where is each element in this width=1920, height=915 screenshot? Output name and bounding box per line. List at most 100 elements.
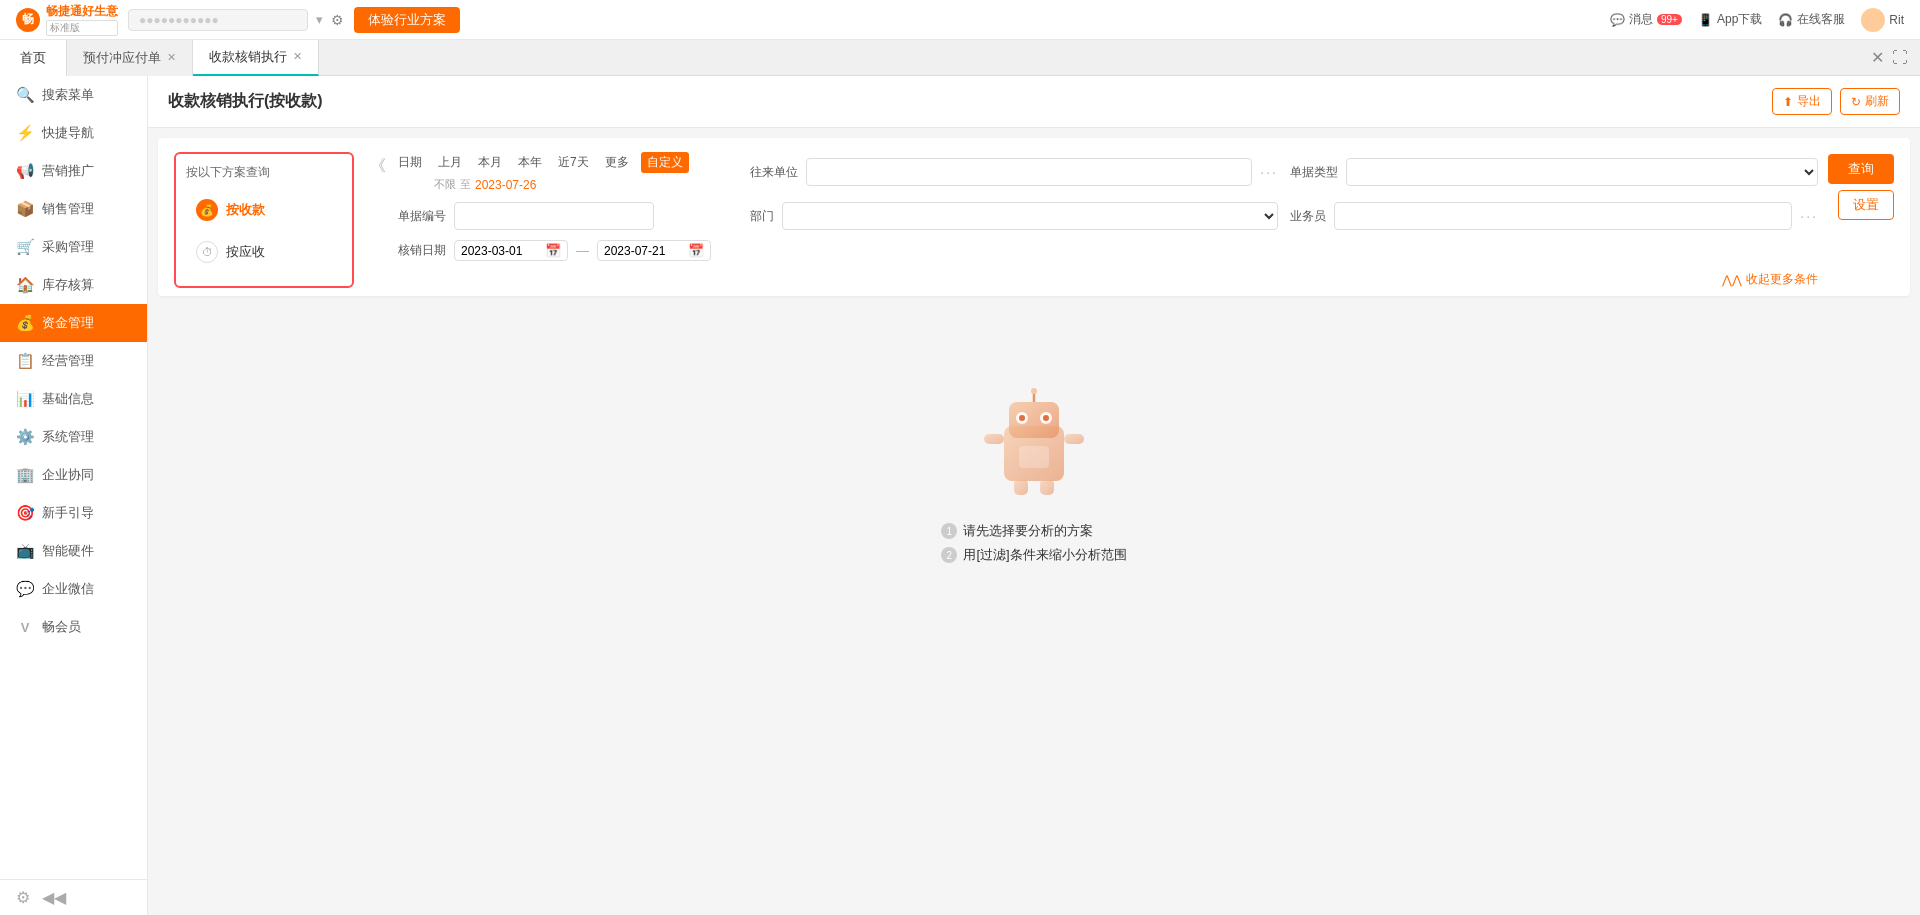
- step-2-text: 用[过滤]条件来缩小分析范围: [963, 546, 1126, 564]
- empty-state: 1 请先选择要分析的方案 2 用[过滤]条件来缩小分析范围: [148, 306, 1920, 604]
- shortcut-more[interactable]: 更多: [601, 152, 633, 173]
- shortcut-last-month[interactable]: 上月: [434, 152, 466, 173]
- verify-date-end-input[interactable]: [604, 244, 684, 258]
- empty-robot-illustration: [974, 386, 1094, 506]
- collapse-sidebar-icon[interactable]: ◀◀: [42, 888, 66, 907]
- sidebar-item-basic[interactable]: 📊 基础信息: [0, 380, 147, 418]
- verify-date-separator: —: [576, 243, 589, 258]
- tab-receivable[interactable]: 收款核销执行 ✕: [193, 40, 319, 76]
- sidebar-label-quick-nav: 快捷导航: [42, 124, 94, 142]
- staff-more-icon[interactable]: ···: [1800, 208, 1818, 224]
- receivable-tab-close-icon[interactable]: ✕: [293, 50, 302, 63]
- sidebar-label-wechat: 企业微信: [42, 580, 94, 598]
- sidebar-item-fund[interactable]: 💰 资金管理: [0, 304, 147, 342]
- online-service-item[interactable]: 🎧 在线客服: [1778, 11, 1845, 28]
- sidebar-label-inventory: 库存核算: [42, 276, 94, 294]
- refresh-button[interactable]: ↻ 刷新: [1840, 88, 1900, 115]
- dept-filter: 部门: [750, 202, 1278, 230]
- settings-bottom-icon[interactable]: ⚙: [16, 888, 30, 907]
- export-button[interactable]: ⬆ 导出: [1772, 88, 1832, 115]
- brand-icon: 畅: [16, 8, 40, 32]
- collapse-toggle-icon[interactable]: 《: [370, 156, 386, 177]
- brand-name: 畅捷通好生意: [46, 3, 118, 20]
- operation-icon: 📋: [16, 352, 34, 370]
- sidebar-bottom: ⚙ ◀◀: [0, 879, 147, 915]
- tab-prepay[interactable]: 预付冲应付单 ✕: [67, 40, 193, 76]
- message-item[interactable]: 💬 消息 99+: [1610, 11, 1682, 28]
- query-option-by-receivable[interactable]: ⏱ 按应收: [186, 233, 342, 271]
- username-label: Rit: [1889, 13, 1904, 27]
- date-label: 日期: [398, 154, 426, 171]
- sidebar-item-member[interactable]: V 畅会员: [0, 608, 147, 646]
- verify-date-end-calendar-icon[interactable]: 📅: [688, 243, 704, 258]
- sidebar-label-system: 系统管理: [42, 428, 94, 446]
- sidebar-item-quick-nav[interactable]: ⚡ 快捷导航: [0, 114, 147, 152]
- sidebar-item-enterprise[interactable]: 🏢 企业协同: [0, 456, 147, 494]
- doc-type-label: 单据类型: [1290, 164, 1338, 181]
- svg-point-4: [1019, 415, 1025, 421]
- headset-icon: 🎧: [1778, 13, 1793, 27]
- tab-home[interactable]: 首页: [0, 40, 67, 76]
- gear-icon[interactable]: ⚙: [331, 12, 344, 28]
- svg-rect-8: [984, 434, 1004, 444]
- basic-icon: 📊: [16, 390, 34, 408]
- sidebar-label-guide: 新手引导: [42, 504, 94, 522]
- refresh-icon: ↻: [1851, 95, 1861, 109]
- verify-date-label: 核销日期: [398, 242, 446, 259]
- sales-icon: 📦: [16, 200, 34, 218]
- step-1-text: 请先选择要分析的方案: [963, 522, 1093, 540]
- sidebar-item-sales[interactable]: 📦 销售管理: [0, 190, 147, 228]
- doc-number-input[interactable]: [454, 202, 654, 230]
- sidebar-item-marketing[interactable]: 📢 营销推广: [0, 152, 147, 190]
- sidebar-item-wechat[interactable]: 💬 企业微信: [0, 570, 147, 608]
- online-service-label: 在线客服: [1797, 11, 1845, 28]
- user-item[interactable]: Rit: [1861, 8, 1904, 32]
- shortcut-7days[interactable]: 近7天: [554, 152, 593, 173]
- date-filter: 日期 上月 本月 本年 近7天 更多 自定义 不限 至 2023-07-26: [398, 152, 738, 192]
- receipt-option-icon: 💰: [196, 199, 218, 221]
- setting-button[interactable]: 设置: [1838, 190, 1894, 220]
- sidebar-item-hardware[interactable]: 📺 智能硬件: [0, 532, 147, 570]
- sidebar-item-purchase[interactable]: 🛒 采购管理: [0, 228, 147, 266]
- sidebar-label-member: 畅会员: [42, 618, 81, 636]
- query-button[interactable]: 查询: [1828, 154, 1894, 184]
- verify-date-end-wrap: 📅: [597, 240, 711, 261]
- dept-label: 部门: [750, 208, 774, 225]
- main-layout: 🔍 搜索菜单 ⚡ 快捷导航 📢 营销推广 📦 销售管理 🛒 采购管理 🏠 库存核…: [0, 76, 1920, 915]
- maximize-button[interactable]: ⛶: [1892, 49, 1908, 67]
- query-option-by-receipt[interactable]: 💰 按收款: [186, 191, 342, 229]
- sidebar-label-purchase: 采购管理: [42, 238, 94, 256]
- dept-select[interactable]: [782, 202, 1278, 230]
- sidebar-item-inventory[interactable]: 🏠 库存核算: [0, 266, 147, 304]
- sidebar-item-guide[interactable]: 🎯 新手引导: [0, 494, 147, 532]
- doc-type-select[interactable]: [1346, 158, 1818, 186]
- sidebar-item-operation[interactable]: 📋 经营管理: [0, 342, 147, 380]
- chevron-down-icon[interactable]: ▾: [316, 12, 323, 27]
- prepay-tab-label: 预付冲应付单: [83, 49, 161, 67]
- shortcut-this-month[interactable]: 本月: [474, 152, 506, 173]
- collapse-more-button[interactable]: ⋀⋀ 收起更多条件: [1722, 271, 1818, 288]
- sidebar-item-system[interactable]: ⚙️ 系统管理: [0, 418, 147, 456]
- prepay-tab-close-icon[interactable]: ✕: [167, 51, 176, 64]
- shortcut-this-year[interactable]: 本年: [514, 152, 546, 173]
- svg-point-5: [1043, 415, 1049, 421]
- verify-date-start-input[interactable]: [461, 244, 541, 258]
- sidebar-item-search[interactable]: 🔍 搜索菜单: [0, 76, 147, 114]
- verify-date-start-calendar-icon[interactable]: 📅: [545, 243, 561, 258]
- app-download-item[interactable]: 📱 App下载: [1698, 11, 1762, 28]
- topbar-left: 畅 畅捷通好生意 标准版 ●●●●●●●●●●● ▾ ⚙ 体验行业方案: [16, 3, 460, 36]
- solution-button[interactable]: 体验行业方案: [354, 7, 460, 33]
- svg-rect-9: [1064, 434, 1084, 444]
- topbar: 畅 畅捷通好生意 标准版 ●●●●●●●●●●● ▾ ⚙ 体验行业方案 💬 消息…: [0, 0, 1920, 40]
- avatar: [1861, 8, 1885, 32]
- hardware-icon: 📺: [16, 542, 34, 560]
- shortcut-custom[interactable]: 自定义: [641, 152, 689, 173]
- quick-nav-icon: ⚡: [16, 124, 34, 142]
- counterparty-more-icon[interactable]: ···: [1260, 164, 1278, 180]
- sidebar: 🔍 搜索菜单 ⚡ 快捷导航 📢 营销推广 📦 销售管理 🛒 采购管理 🏠 库存核…: [0, 76, 148, 915]
- close-window-button[interactable]: ✕: [1871, 48, 1884, 67]
- sidebar-label-fund: 资金管理: [42, 314, 94, 332]
- empty-instructions: 1 请先选择要分析的方案 2 用[过滤]条件来缩小分析范围: [941, 522, 1126, 564]
- receipt-option-label: 按收款: [226, 201, 265, 219]
- filter-main: 日期 上月 本月 本年 近7天 更多 自定义 不限 至 2023-07-26: [398, 152, 1818, 288]
